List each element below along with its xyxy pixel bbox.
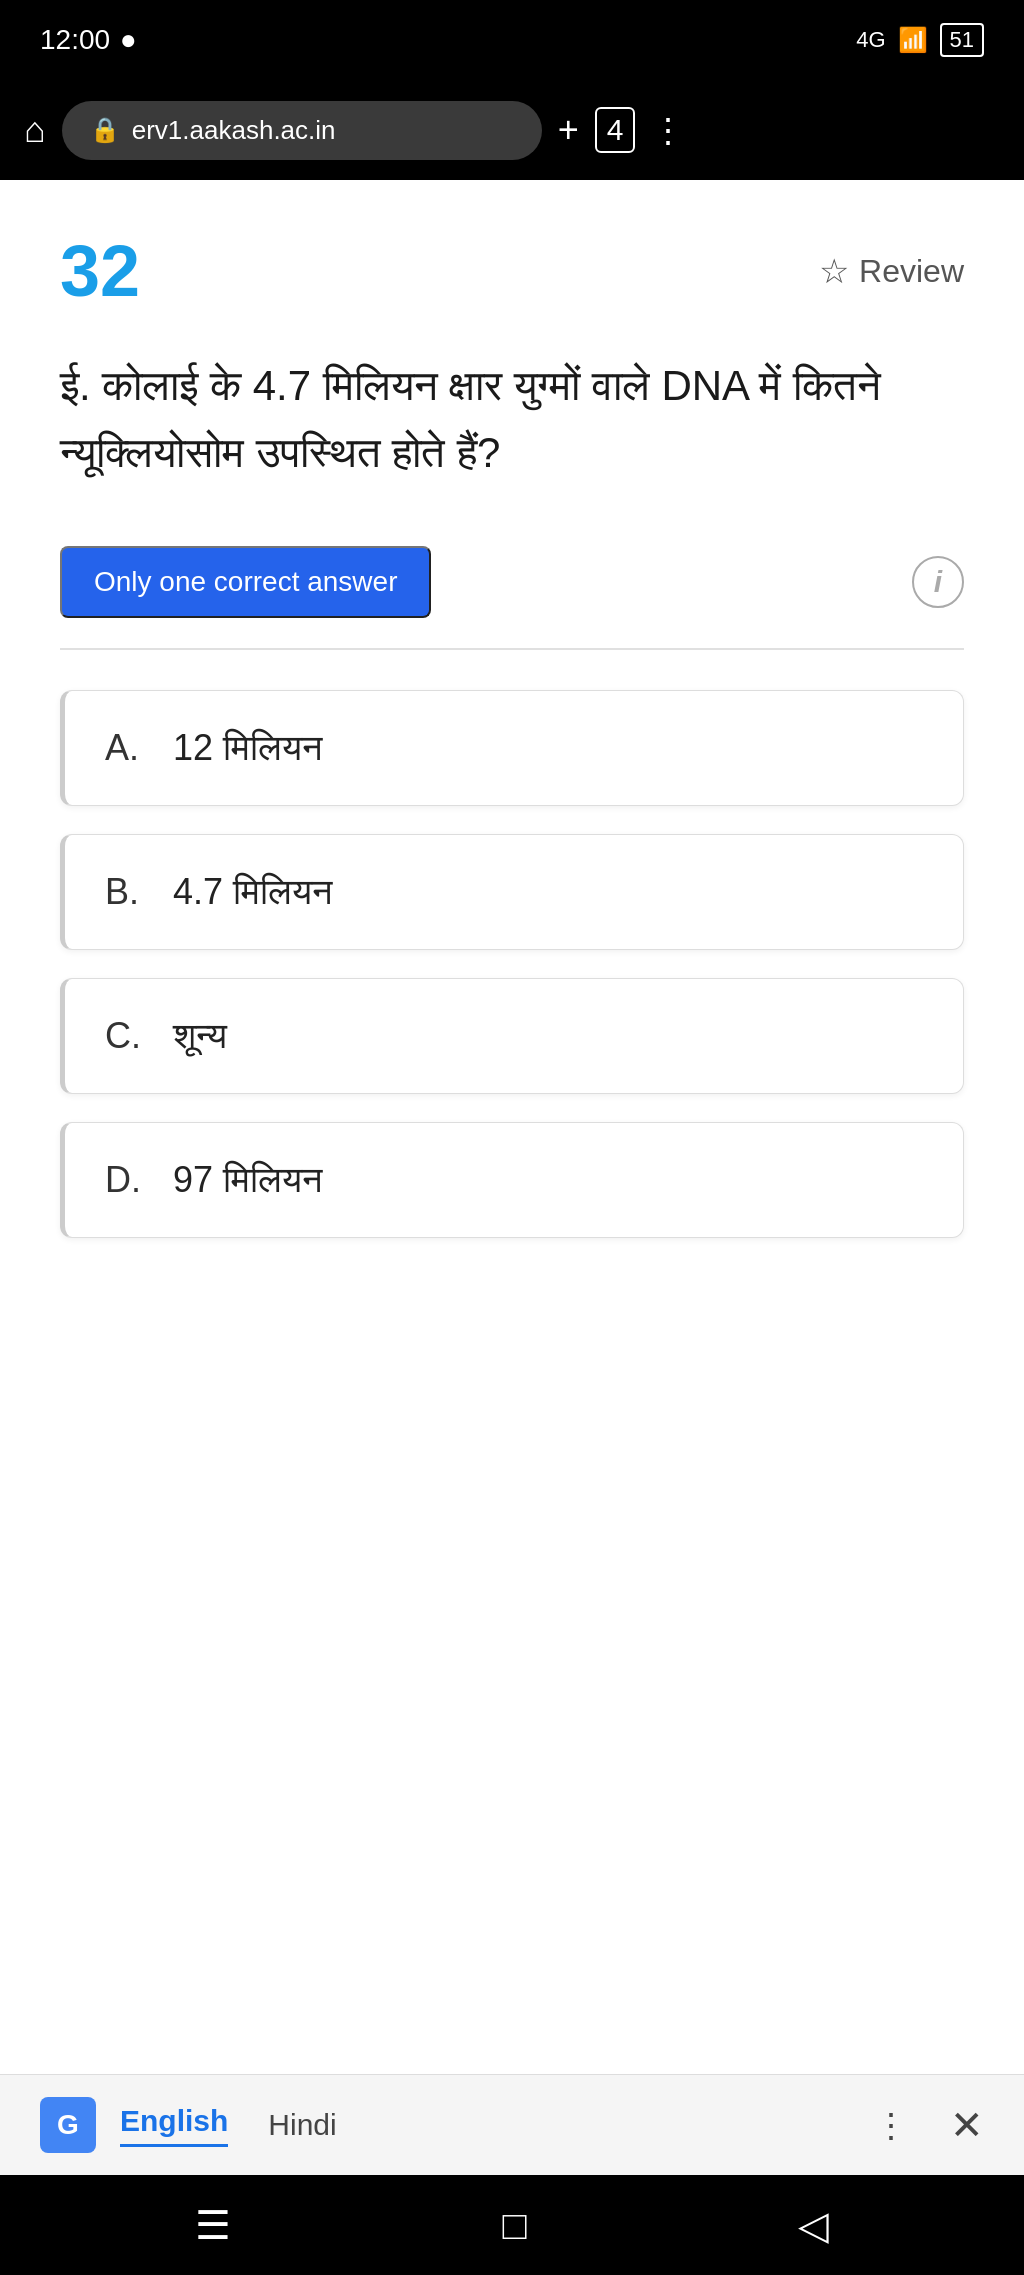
browser-more-button[interactable]: ⋮ [651, 110, 687, 150]
answer-type-row: Only one correct answer i [60, 546, 964, 618]
question-header: 32 ☆ Review [60, 230, 964, 312]
nav-menu-button[interactable]: ☰ [195, 2202, 231, 2248]
tab-count-button[interactable]: 4 [595, 107, 636, 153]
new-tab-button[interactable]: + [558, 109, 579, 151]
divider [60, 648, 964, 650]
home-button[interactable]: ⌂ [24, 109, 46, 151]
option-d-text: 97 मिलियन [173, 1159, 322, 1201]
main-content: 32 ☆ Review ई. कोलाई के 4.7 मिलियन क्षार… [0, 180, 1024, 2080]
url-text: erv1.aakash.ac.in [132, 115, 336, 146]
option-c-label: C. [105, 1015, 145, 1057]
option-d-label: D. [105, 1159, 145, 1201]
browser-bar: ⌂ 🔒 erv1.aakash.ac.in + 4 ⋮ [0, 80, 1024, 180]
option-c[interactable]: C. शून्य [60, 978, 964, 1094]
network-type: 4G [856, 27, 885, 53]
translate-tab-hindi[interactable]: Hindi [268, 2108, 336, 2142]
option-d[interactable]: D. 97 मिलियन [60, 1122, 964, 1238]
status-bar-right: 4G 📶 51 [856, 23, 984, 57]
status-bar-left: 12:00 ● [40, 24, 137, 56]
url-bar[interactable]: 🔒 erv1.aakash.ac.in [62, 101, 542, 160]
signal-icon: 📶 [898, 26, 928, 54]
question-text: ई. कोलाई के 4.7 मिलियन क्षार युग्मों वाल… [60, 352, 964, 486]
review-button[interactable]: ☆ Review [819, 251, 964, 291]
option-b-label: B. [105, 871, 145, 913]
status-bar: 12:00 ● 4G 📶 51 [0, 0, 1024, 80]
options-list: A. 12 मिलियन B. 4.7 मिलियन C. शून्य D. 9… [60, 690, 964, 1238]
google-translate-icon[interactable]: G [40, 2097, 96, 2153]
nav-back-button[interactable]: ◁ [798, 2202, 829, 2248]
nav-home-button[interactable]: □ [502, 2203, 526, 2248]
review-label: Review [859, 253, 964, 290]
question-number: 32 [60, 230, 140, 312]
translate-tab-english[interactable]: English [120, 2104, 228, 2147]
time-display: 12:00 [40, 24, 110, 56]
lock-icon: 🔒 [90, 116, 120, 144]
option-b[interactable]: B. 4.7 मिलियन [60, 834, 964, 950]
option-a[interactable]: A. 12 मिलियन [60, 690, 964, 806]
nav-bar: ☰ □ ◁ [0, 2175, 1024, 2275]
option-c-text: शून्य [173, 1015, 227, 1057]
option-a-text: 12 मिलियन [173, 727, 322, 769]
translate-more-button[interactable]: ⋮ [874, 2105, 910, 2145]
battery-display: 51 [940, 23, 984, 57]
translate-close-button[interactable]: ✕ [950, 2102, 984, 2148]
answer-type-badge[interactable]: Only one correct answer [60, 546, 431, 618]
info-icon[interactable]: i [912, 556, 964, 608]
translate-bar: G English Hindi ⋮ ✕ [0, 2074, 1024, 2175]
network-icon: ● [120, 24, 137, 56]
star-icon: ☆ [819, 251, 849, 291]
translate-bar-right: ⋮ ✕ [874, 2102, 984, 2148]
option-a-label: A. [105, 727, 145, 769]
option-b-text: 4.7 मिलियन [173, 871, 332, 913]
